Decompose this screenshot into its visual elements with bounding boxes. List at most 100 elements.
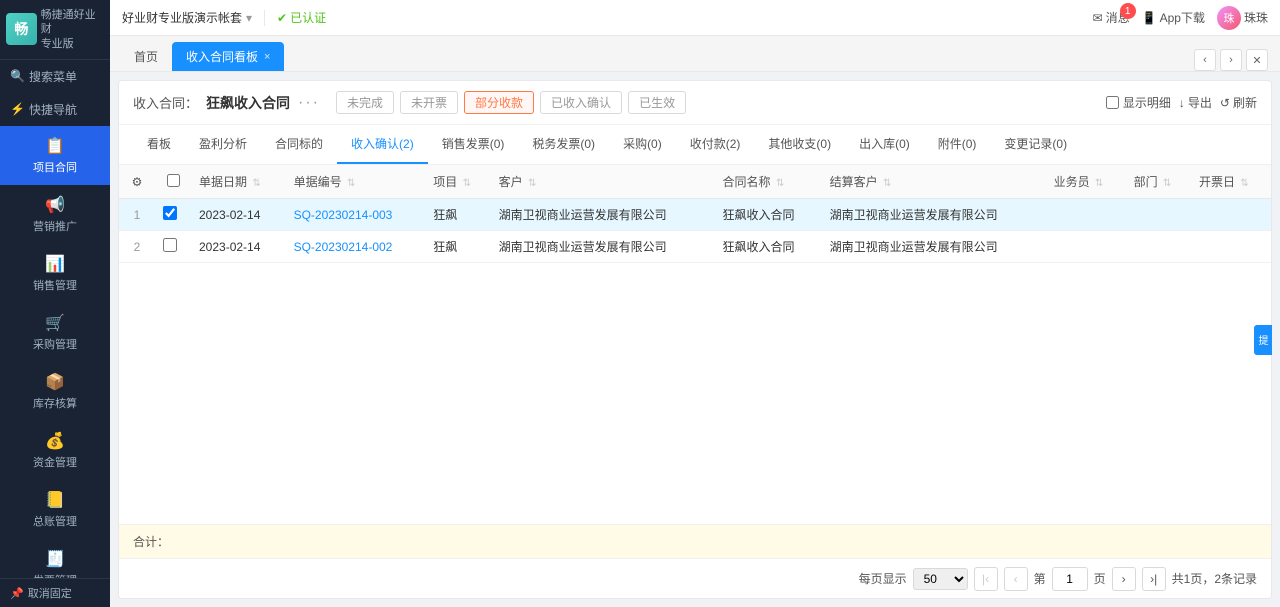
col-settings[interactable]: ⚙ bbox=[119, 165, 155, 199]
show-detail-checkbox[interactable]: 显示明细 bbox=[1106, 94, 1171, 111]
topbar-divider bbox=[264, 10, 265, 26]
topbar-company[interactable]: 好业财专业版演示帐套 ▾ bbox=[122, 9, 252, 26]
sidebar-item-invoice[interactable]: 🧾 发票管理 bbox=[0, 539, 110, 578]
quicknav-icon: ⚡ bbox=[10, 102, 25, 116]
status-confirmed[interactable]: 已收入确认 bbox=[540, 91, 622, 114]
col-department[interactable]: 部门 ⇅ bbox=[1126, 165, 1191, 199]
app-logo-icon: 畅 bbox=[6, 13, 37, 45]
status-active[interactable]: 已生效 bbox=[628, 91, 686, 114]
topbar-user[interactable]: 珠 珠珠 bbox=[1217, 6, 1268, 30]
sidebar-item-project[interactable]: 📋 项目合同 bbox=[0, 126, 110, 185]
tab-inout[interactable]: 出入库(0) bbox=[845, 125, 924, 164]
col-salesperson[interactable]: 业务员 ⇅ bbox=[1046, 165, 1126, 199]
tab-purchase[interactable]: 采购(0) bbox=[609, 125, 676, 164]
company-dropdown-icon[interactable]: ▾ bbox=[246, 11, 252, 25]
pagination-prev[interactable]: ‹ bbox=[1004, 567, 1028, 591]
sidebar-item-search[interactable]: 🔍 搜索菜单 bbox=[0, 60, 110, 93]
per-page-select[interactable]: 50 100 200 bbox=[913, 568, 968, 590]
show-detail-input[interactable] bbox=[1106, 96, 1119, 109]
sidebar-item-quicknav[interactable]: ⚡ 快捷导航 bbox=[0, 93, 110, 126]
app-logo-text: 畅捷通好业财专业版 bbox=[41, 8, 104, 51]
cell-checkbox[interactable] bbox=[155, 199, 191, 231]
page-input[interactable] bbox=[1052, 567, 1088, 591]
tab-profit[interactable]: 盈利分析 bbox=[185, 125, 261, 164]
col-date[interactable]: 单据日期 ⇅ bbox=[191, 165, 286, 199]
tab-nav-prev[interactable]: ‹ bbox=[1194, 49, 1216, 71]
tab-income-contract[interactable]: 收入合同看板 × bbox=[172, 42, 284, 71]
export-icon: ↓ bbox=[1179, 96, 1185, 110]
sidebar-item-marketing[interactable]: 📢 营销推广 bbox=[0, 185, 110, 244]
sort-department-icon: ⇅ bbox=[1163, 178, 1171, 189]
sidebar-item-sales[interactable]: 📊 销售管理 bbox=[0, 244, 110, 303]
cell-checkbox[interactable] bbox=[155, 231, 191, 263]
order-no-link[interactable]: SQ-20230214-002 bbox=[294, 240, 393, 254]
tab-home[interactable]: 首页 bbox=[122, 42, 170, 71]
tab-other-income[interactable]: 其他收支(0) bbox=[754, 125, 845, 164]
tab-nav-close[interactable]: ✕ bbox=[1246, 49, 1268, 71]
tab-contract-target[interactable]: 合同标的 bbox=[261, 125, 337, 164]
sort-invoicedate-icon: ⇅ bbox=[1240, 178, 1248, 189]
topbar-app-download[interactable]: 📱 App下载 bbox=[1142, 9, 1205, 26]
tab-close-button[interactable]: × bbox=[264, 51, 270, 63]
tab-nav-next[interactable]: › bbox=[1220, 49, 1242, 71]
refresh-icon: ↺ bbox=[1220, 96, 1230, 110]
pagination-first[interactable]: |‹ bbox=[974, 567, 998, 591]
tab-tax-invoice[interactable]: 税务发票(0) bbox=[518, 125, 609, 164]
row-checkbox[interactable] bbox=[163, 238, 177, 252]
sidebar-item-funds[interactable]: 💰 资金管理 bbox=[0, 421, 110, 480]
status-incomplete[interactable]: 未完成 bbox=[336, 91, 394, 114]
tab-income-confirm[interactable]: 收入确认(2) bbox=[337, 125, 428, 164]
cell-date: 2023-02-14 bbox=[191, 199, 286, 231]
contract-header: 收入合同： 狂飙收入合同 ··· 未完成 未开票 部分收款 已收入确认 已生效 … bbox=[119, 81, 1271, 125]
col-project[interactable]: 项目 ⇅ bbox=[425, 165, 490, 199]
topbar-actions: ✉ 消息 1 📱 App下载 珠 珠珠 bbox=[1093, 6, 1268, 30]
select-all-checkbox[interactable] bbox=[167, 174, 180, 187]
data-table: ⚙ 单据日期 ⇅ 单据编号 ⇅ 项目 ⇅ 客户 ⇅ 合同名称 ⇅ 结算客户 ⇅ … bbox=[119, 165, 1271, 263]
col-end-customer[interactable]: 结算客户 ⇅ bbox=[822, 165, 1046, 199]
table-row[interactable]: 2 2023-02-14 SQ-20230214-002 狂飙 湖南卫视商业运营… bbox=[119, 231, 1271, 263]
cell-invoice-date bbox=[1191, 199, 1271, 231]
right-panel-toggle[interactable]: 提 bbox=[1254, 325, 1272, 355]
tab-change-log[interactable]: 变更记录(0) bbox=[990, 125, 1081, 164]
cell-customer: 湖南卫视商业运营发展有限公司 bbox=[491, 231, 715, 263]
tab-attachment[interactable]: 附件(0) bbox=[924, 125, 991, 164]
sidebar-item-general[interactable]: 📒 总账管理 bbox=[0, 480, 110, 539]
unpin-icon: 📌 bbox=[10, 587, 24, 600]
sidebar-item-purchase[interactable]: 🛒 采购管理 bbox=[0, 303, 110, 362]
col-checkbox[interactable] bbox=[155, 165, 191, 199]
topbar: 好业财专业版演示帐套 ▾ ✔ 已认证 ✉ 消息 1 📱 App下载 珠 珠珠 bbox=[110, 0, 1280, 36]
order-no-link[interactable]: SQ-20230214-003 bbox=[294, 208, 393, 222]
sidebar-unpin[interactable]: 📌 取消固定 bbox=[0, 578, 110, 607]
page-label-prefix: 第 bbox=[1034, 570, 1046, 587]
status-uninvoiced[interactable]: 未开票 bbox=[400, 91, 458, 114]
search-icon: 🔍 bbox=[10, 69, 25, 83]
message-badge: 1 bbox=[1120, 3, 1136, 19]
cell-order-no[interactable]: SQ-20230214-002 bbox=[286, 231, 426, 263]
content-tabs: 看板 盈利分析 合同标的 收入确认(2) 销售发票(0) 税务发票(0) 采购(… bbox=[119, 125, 1271, 165]
footer-label: 合计： bbox=[133, 533, 169, 550]
tab-sales-invoice[interactable]: 销售发票(0) bbox=[428, 125, 519, 164]
row-checkbox[interactable] bbox=[163, 206, 177, 220]
refresh-button[interactable]: ↺ 刷新 bbox=[1220, 94, 1257, 111]
col-order-no[interactable]: 单据编号 ⇅ bbox=[286, 165, 426, 199]
status-partial[interactable]: 部分收款 bbox=[464, 91, 534, 114]
sidebar-item-inventory[interactable]: 📦 库存核算 bbox=[0, 362, 110, 421]
sort-contractname-icon: ⇅ bbox=[776, 178, 784, 189]
cell-order-no[interactable]: SQ-20230214-003 bbox=[286, 199, 426, 231]
tab-board[interactable]: 看板 bbox=[133, 125, 185, 164]
col-invoice-date[interactable]: 开票日 ⇅ bbox=[1191, 165, 1271, 199]
col-customer[interactable]: 客户 ⇅ bbox=[491, 165, 715, 199]
pagination-last[interactable]: ›| bbox=[1142, 567, 1166, 591]
tab-payment[interactable]: 收付款(2) bbox=[676, 125, 755, 164]
col-contract-name[interactable]: 合同名称 ⇅ bbox=[715, 165, 822, 199]
contract-prefix: 收入合同： bbox=[133, 93, 198, 112]
topbar-message[interactable]: ✉ 消息 1 bbox=[1093, 9, 1130, 26]
pagination-next[interactable]: › bbox=[1112, 567, 1136, 591]
contract-more-button[interactable]: ··· bbox=[298, 94, 320, 112]
pagination-total: 共1页，2条记录 bbox=[1172, 570, 1257, 587]
sort-project-icon: ⇅ bbox=[463, 178, 471, 189]
certified-check-icon: ✔ bbox=[277, 11, 287, 25]
table-row[interactable]: 1 2023-02-14 SQ-20230214-003 狂飙 湖南卫视商业运营… bbox=[119, 199, 1271, 231]
export-button[interactable]: ↓ 导出 bbox=[1179, 94, 1212, 111]
message-icon: ✉ bbox=[1093, 11, 1103, 25]
